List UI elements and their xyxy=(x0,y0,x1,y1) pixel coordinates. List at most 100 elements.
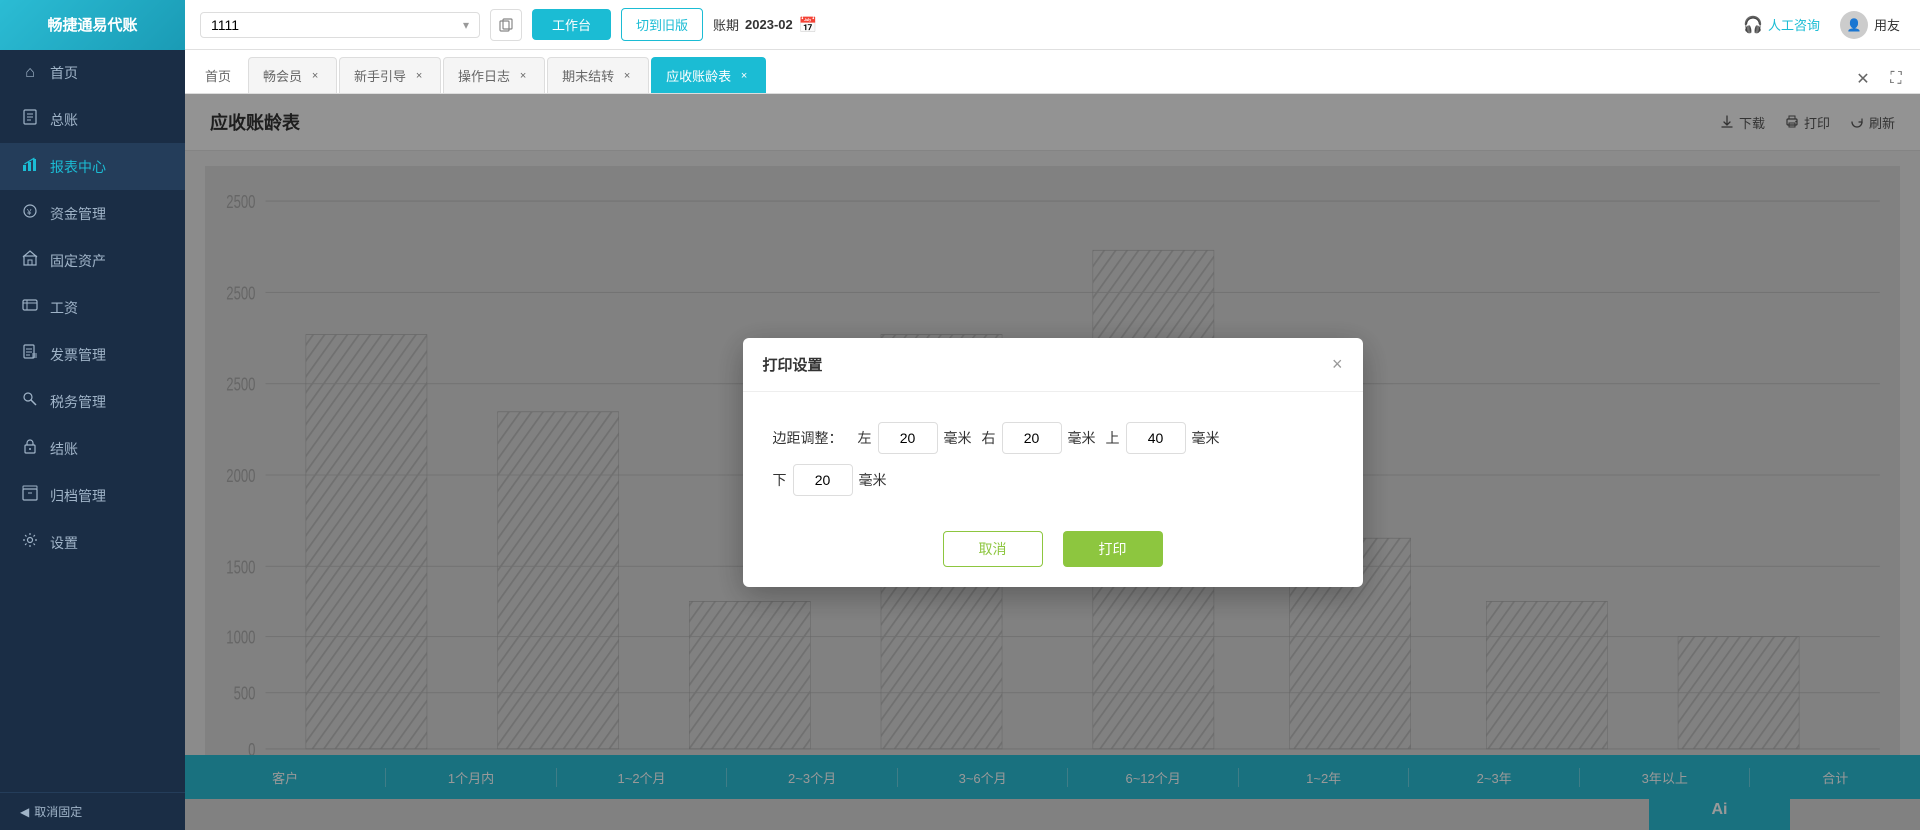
sidebar-item-asset[interactable]: 固定资产 xyxy=(0,237,185,284)
tabs-bar: 首页 畅会员 × 新手引导 × 操作日志 × 期末结转 × 应收账龄表 × xyxy=(185,50,1920,94)
tab-close-icon[interactable]: × xyxy=(516,69,530,83)
sidebar-item-settings[interactable]: 设置 xyxy=(0,519,185,566)
confirm-print-button[interactable]: 打印 xyxy=(1063,531,1163,567)
left-label: 左 xyxy=(858,428,872,448)
period-value: 2023-02 xyxy=(745,17,793,32)
home-icon: ⌂ xyxy=(20,64,40,82)
bottom-unit: 毫米 xyxy=(859,470,887,490)
tab-aging[interactable]: 应收账龄表 × xyxy=(651,57,766,93)
top-label: 上 xyxy=(1106,428,1120,448)
sidebar-item-label: 归档管理 xyxy=(50,486,106,506)
sidebar-item-archive[interactable]: 归档管理 xyxy=(0,472,185,519)
sidebar-item-label: 固定资产 xyxy=(50,251,106,271)
close-window-button[interactable]: ✕ xyxy=(1849,65,1877,93)
sidebar-item-tax[interactable]: 税务管理 xyxy=(0,378,185,425)
margin-right-group: 右 毫米 xyxy=(982,422,1096,454)
chevron-down-icon: ▾ xyxy=(463,18,469,32)
tab-label: 应收账龄表 xyxy=(666,66,731,85)
sidebar-item-label: 设置 xyxy=(50,533,78,553)
sidebar-item-fund[interactable]: ¥ 资金管理 xyxy=(0,190,185,237)
margin-bottom-group: 下 毫米 xyxy=(773,464,887,496)
switch-version-button[interactable]: 切到旧版 xyxy=(621,8,703,41)
modal-overlay: 打印设置 × 边距调整： 左 毫米 右 xyxy=(185,94,1920,830)
sidebar-item-salary[interactable]: 工资 xyxy=(0,284,185,331)
sidebar-item-label: 结账 xyxy=(50,439,78,459)
user-area[interactable]: 👤 用友 xyxy=(1840,11,1900,39)
tab-oplog[interactable]: 操作日志 × xyxy=(443,57,545,93)
sidebar-item-label: 工资 xyxy=(50,298,78,318)
close-books-icon xyxy=(20,438,40,459)
settings-icon xyxy=(20,532,40,553)
tab-member[interactable]: 畅会员 × xyxy=(248,57,337,93)
right-margin-input[interactable] xyxy=(1002,422,1062,454)
header-main: 1111 ▾ 工作台 切到旧版 账期 2023-02 📅 xyxy=(185,8,1743,41)
tab-close-icon[interactable]: × xyxy=(412,69,426,83)
copy-button[interactable] xyxy=(490,9,522,41)
workbench-button[interactable]: 工作台 xyxy=(532,9,611,40)
bottom-margin-input[interactable] xyxy=(793,464,853,496)
sidebar-item-reports[interactable]: 报表中心 xyxy=(0,143,185,190)
company-name: 1111 xyxy=(211,17,463,33)
sidebar-item-label: 总账 xyxy=(50,110,78,130)
sidebar-item-invoice[interactable]: 发票管理 xyxy=(0,331,185,378)
sidebar-item-label: 报表中心 xyxy=(50,157,106,177)
sidebar-item-ledger[interactable]: 总账 xyxy=(0,96,185,143)
left-margin-input[interactable] xyxy=(878,422,938,454)
archive-icon xyxy=(20,485,40,506)
avatar-icon: 👤 xyxy=(1847,18,1862,32)
tab-close-icon[interactable]: × xyxy=(620,69,634,83)
tab-close-icon[interactable]: × xyxy=(737,69,751,83)
sidebar-item-close[interactable]: 结账 xyxy=(0,425,185,472)
sidebar-item-label: 首页 xyxy=(50,63,78,83)
maximize-window-button[interactable]: ⛶ xyxy=(1882,65,1910,93)
header-right: 🎧 人工咨询 👤 用友 xyxy=(1743,11,1920,39)
bottom-label: 下 xyxy=(773,470,787,490)
margin-row: 边距调整： 左 毫米 右 毫米 xyxy=(773,422,1333,496)
svg-text:¥: ¥ xyxy=(26,208,32,217)
tab-home[interactable]: 首页 xyxy=(190,57,246,93)
user-name: 用友 xyxy=(1874,15,1900,34)
logo-text: 畅捷通易代账 xyxy=(47,14,137,35)
sidebar-collapse-button[interactable]: ◀ 取消固定 xyxy=(0,792,185,830)
tab-period-end[interactable]: 期末结转 × xyxy=(547,57,649,93)
tax-icon xyxy=(20,391,40,412)
tab-label: 期末结转 xyxy=(562,66,614,85)
cancel-button[interactable]: 取消 xyxy=(943,531,1043,567)
modal-body: 边距调整： 左 毫米 右 毫米 xyxy=(743,392,1363,516)
collapse-label: 取消固定 xyxy=(34,803,82,820)
headset-icon: 🎧 xyxy=(1743,15,1763,35)
tab-actions: ✕ ⛶ xyxy=(1849,65,1915,93)
sidebar: ⌂ 首页 总账 报表 xyxy=(0,50,185,830)
sidebar-item-label: 资金管理 xyxy=(50,204,106,224)
modal-footer: 取消 打印 xyxy=(743,516,1363,587)
print-settings-modal: 打印设置 × 边距调整： 左 毫米 右 xyxy=(743,338,1363,587)
tab-close-icon[interactable]: × xyxy=(308,69,322,83)
period-label: 账期 xyxy=(713,15,739,34)
avatar: 👤 xyxy=(1840,11,1868,39)
page-content: 应收账龄表 下载 xyxy=(185,94,1920,830)
tab-label: 畅会员 xyxy=(263,66,302,85)
modal-close-button[interactable]: × xyxy=(1332,354,1343,375)
consult-button[interactable]: 🎧 人工咨询 xyxy=(1743,15,1820,35)
sidebar-item-label: 税务管理 xyxy=(50,392,106,412)
collapse-icon: ◀ xyxy=(20,805,29,819)
margin-left-group: 左 毫米 xyxy=(858,422,972,454)
header: 畅捷通易代账 1111 ▾ 工作台 切到旧版 账期 2023-02 📅 🎧 人工… xyxy=(0,0,1920,50)
asset-icon xyxy=(20,250,40,271)
company-select[interactable]: 1111 ▾ xyxy=(200,12,480,38)
right-label: 右 xyxy=(982,428,996,448)
sidebar-item-home[interactable]: ⌂ 首页 xyxy=(0,50,185,96)
margin-adjust-label: 边距调整： xyxy=(773,428,843,448)
modal-header: 打印设置 × xyxy=(743,338,1363,392)
main-layout: ⌂ 首页 总账 报表 xyxy=(0,50,1920,830)
top-margin-input[interactable] xyxy=(1126,422,1186,454)
ledger-icon xyxy=(20,109,40,130)
right-unit: 毫米 xyxy=(1068,428,1096,448)
calendar-icon[interactable]: 📅 xyxy=(799,16,818,34)
consult-label: 人工咨询 xyxy=(1768,15,1820,34)
tab-label: 新手引导 xyxy=(354,66,406,85)
tab-label: 首页 xyxy=(205,66,231,85)
margin-top-group: 上 毫米 xyxy=(1106,422,1220,454)
logo-area: 畅捷通易代账 xyxy=(0,0,185,50)
tab-guide[interactable]: 新手引导 × xyxy=(339,57,441,93)
